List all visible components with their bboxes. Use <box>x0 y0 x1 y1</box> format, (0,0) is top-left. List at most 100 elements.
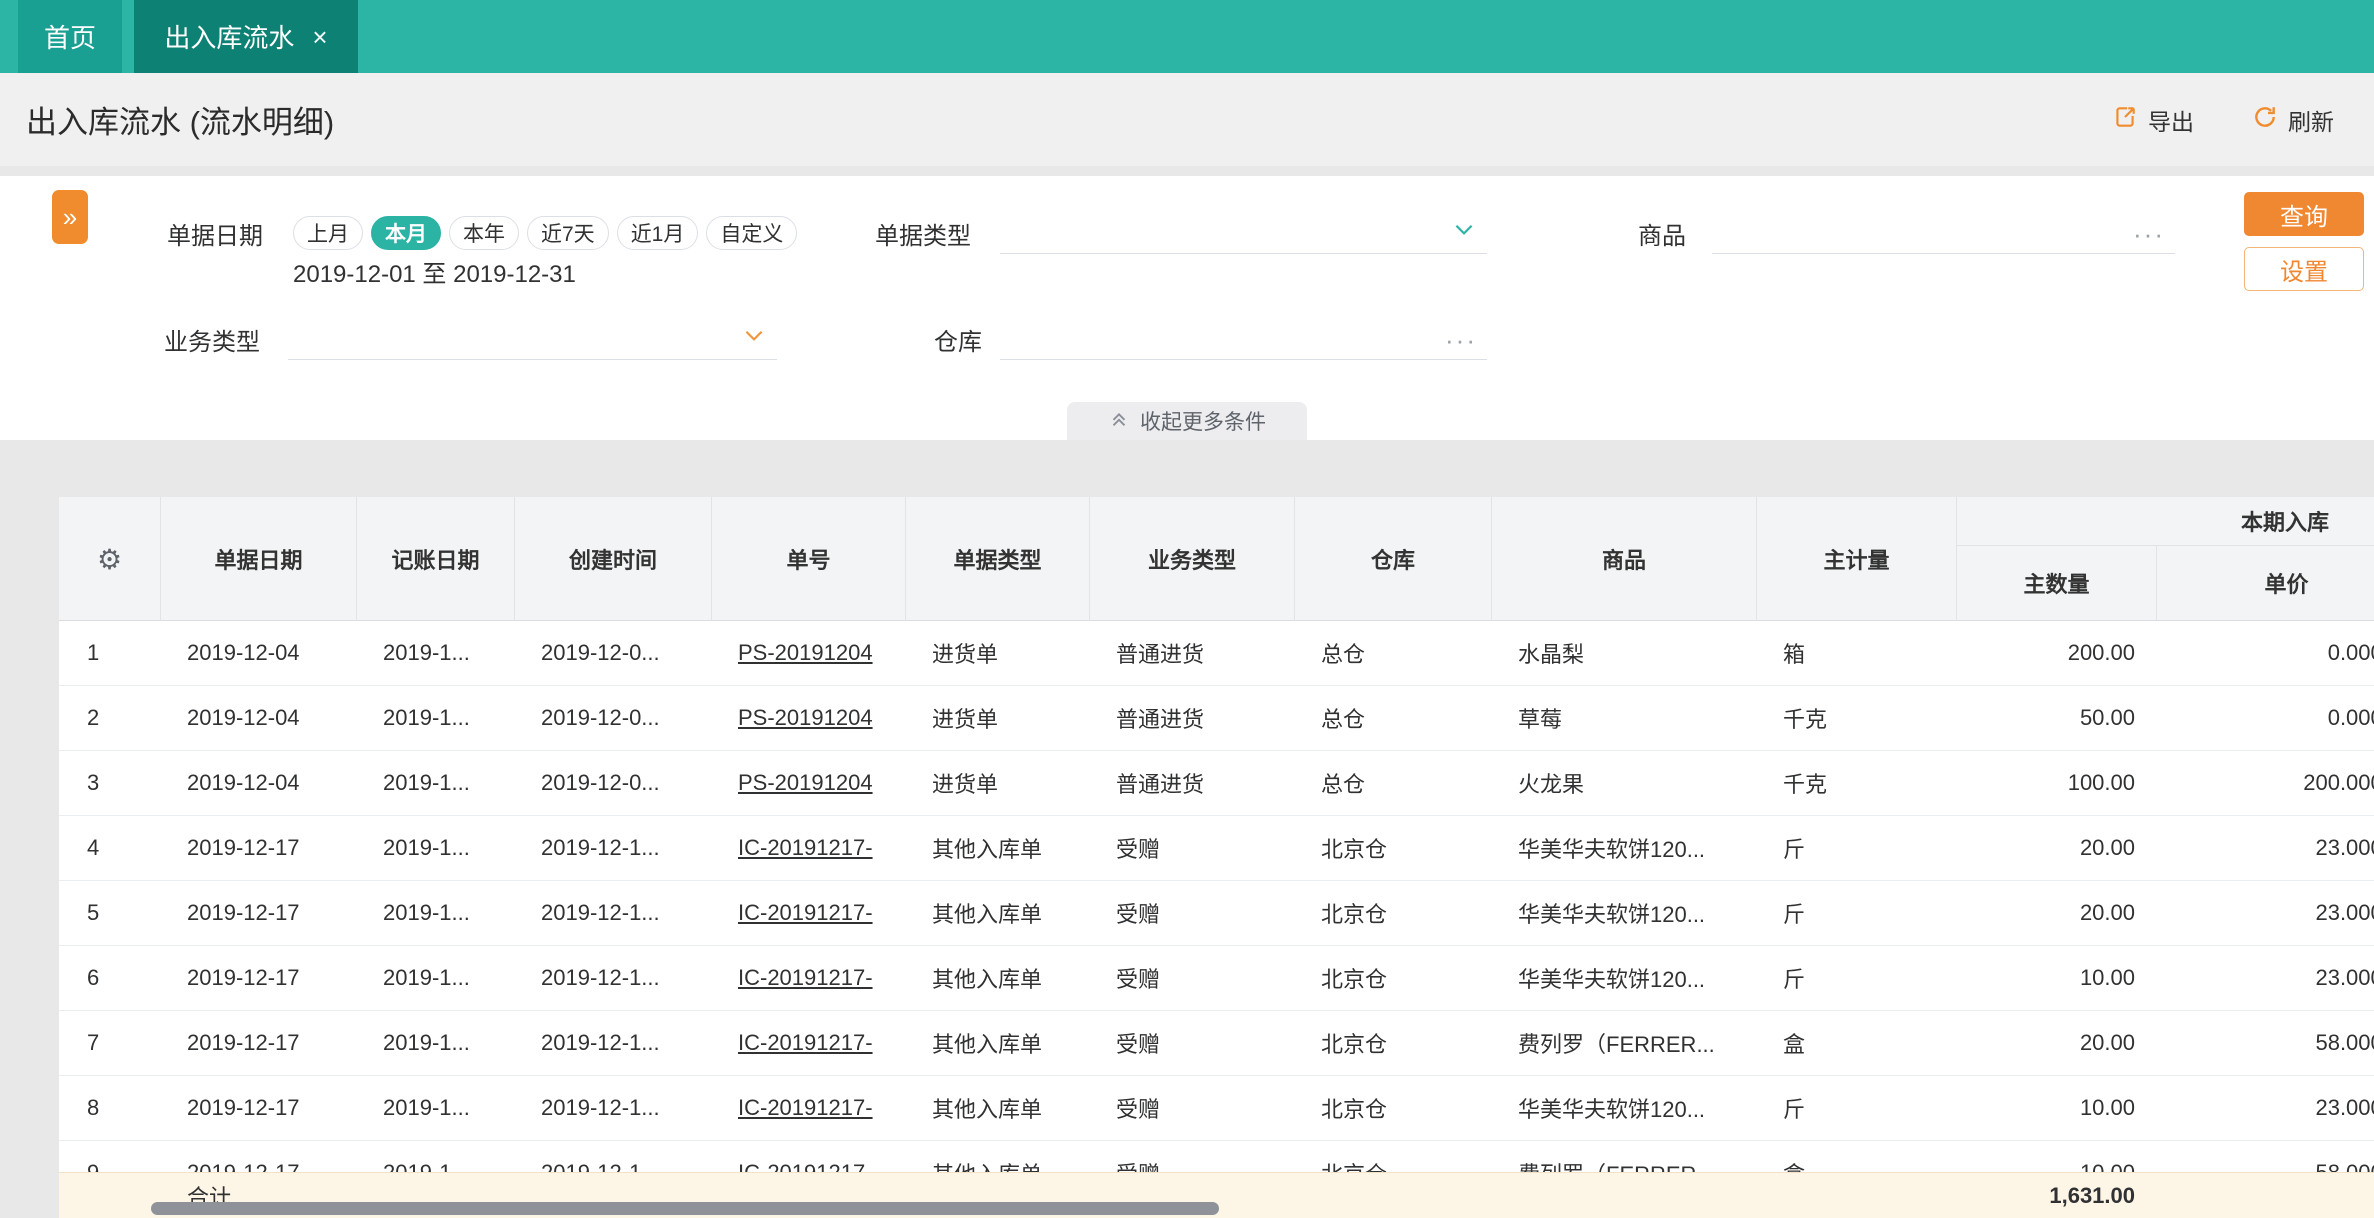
cell-no: 3 <box>87 770 100 795</box>
doc-number-link[interactable]: IC-20191217- <box>712 946 906 1010</box>
cell-doc-date: 2019-12-17 <box>187 900 300 925</box>
cell-doc-date: 2019-12-04 <box>187 640 300 665</box>
cell-warehouse: 总仓 <box>1321 707 1366 732</box>
date-range-value[interactable]: 2019-12-01 至 2019-12-31 <box>293 254 576 289</box>
table-row: 2 2019-12-04 2019-1... 2019-12-0... PS-20191… <box>59 686 2374 751</box>
tab-close-icon[interactable]: × <box>312 24 327 50</box>
date-pill-自定义[interactable]: 自定义 <box>706 216 798 250</box>
goods-picker[interactable]: ··· <box>1712 216 2175 254</box>
cell-doc-date: 2019-12-04 <box>187 770 300 795</box>
col-header-book-date: 记账日期 <box>357 497 515 621</box>
cell-doc-date: 2019-12-17 <box>187 835 300 860</box>
doc-type-select[interactable] <box>1000 216 1487 254</box>
col-group-current-inbound: 本期入库 主数量 单价 <box>1957 497 2374 620</box>
biz-type-label: 业务类型 <box>164 328 260 356</box>
cell-unit: 斤 <box>1783 1097 1806 1122</box>
cell-book-date: 2019-1... <box>383 900 470 925</box>
cell-price: 23.0000 <box>2315 835 2374 860</box>
cell-warehouse: 北京仓 <box>1321 902 1388 927</box>
cell-no: 1 <box>87 640 100 665</box>
column-settings-gear-icon[interactable]: ⚙ <box>97 543 122 576</box>
warehouse-picker[interactable]: ··· <box>1000 322 1487 360</box>
col-header-unit: 主计量 <box>1757 497 1957 621</box>
cell-price: 23.0000 <box>2315 1095 2374 1120</box>
table-header: ⚙ 单据日期 记账日期 创建时间 单号 单据类型 业务类型 仓库 商品 主计量 … <box>59 497 2374 621</box>
refresh-button[interactable]: 刷新 <box>2252 103 2334 137</box>
flow-table: ⚙ 单据日期 记账日期 创建时间 单号 单据类型 业务类型 仓库 商品 主计量 … <box>59 497 2374 1218</box>
filter-panel: » 单据日期 上月 本月 本年 近7天 近1月 自定义 2019-12-01 至 2019… <box>0 176 2374 440</box>
cell-price: 58.0000 <box>2315 1030 2374 1055</box>
date-pill-本月[interactable]: 本月 <box>371 216 441 250</box>
doc-number-link[interactable]: IC-20191217- <box>712 881 906 945</box>
cell-no: 7 <box>87 1030 100 1055</box>
doc-number-link[interactable]: IC-20191217- <box>712 1076 906 1140</box>
tab-home[interactable]: 首页 <box>18 0 122 73</box>
col-header-unit-price: 单价 <box>2157 546 2374 620</box>
cell-doc-type: 其他入库单 <box>932 1032 1043 1057</box>
table-row: 8 2019-12-17 2019-1... 2019-12-1... IC-20191… <box>59 1076 2374 1141</box>
doc-type-label: 单据类型 <box>875 222 971 250</box>
cell-price: 0.0000 <box>2327 640 2374 665</box>
cell-biz-type: 受赠 <box>1116 837 1161 862</box>
cell-warehouse: 北京仓 <box>1321 1032 1388 1057</box>
date-pill-近1月[interactable]: 近1月 <box>616 216 699 250</box>
cell-biz-type: 受赠 <box>1116 1032 1161 1057</box>
cell-book-date: 2019-1... <box>383 835 470 860</box>
chevron-up-icon <box>1108 407 1130 435</box>
cell-biz-type: 普通进货 <box>1116 772 1205 797</box>
cell-doc-date: 2019-12-17 <box>187 965 300 990</box>
table-row: 3 2019-12-04 2019-1... 2019-12-0... PS-20191… <box>59 751 2374 816</box>
cell-created: 2019-12-1... <box>541 1095 660 1120</box>
cell-doc-type: 其他入库单 <box>932 902 1043 927</box>
cell-biz-type: 普通进货 <box>1116 707 1205 732</box>
collapse-more-filters-button[interactable]: 收起更多条件 <box>1067 402 1307 440</box>
doc-number-link[interactable]: IC-20191217- <box>712 816 906 880</box>
date-pill-上月[interactable]: 上月 <box>293 216 363 250</box>
expand-filters-button[interactable]: » <box>52 190 88 244</box>
refresh-label: 刷新 <box>2288 108 2334 135</box>
biz-type-select[interactable] <box>288 322 777 360</box>
export-icon <box>2112 104 2138 136</box>
chevron-down-icon <box>741 322 767 353</box>
doc-number-link[interactable]: IC-20191217- <box>712 1011 906 1075</box>
doc-number-link[interactable]: PS-20191204 <box>712 751 906 815</box>
cell-unit: 千克 <box>1783 772 1828 797</box>
tab-inout-flow-label: 出入库流水 <box>164 23 295 53</box>
doc-number-link[interactable]: PS-20191204 <box>712 686 906 750</box>
cell-book-date: 2019-1... <box>383 1030 470 1055</box>
cell-warehouse: 总仓 <box>1321 772 1366 797</box>
table-row: 5 2019-12-17 2019-1... 2019-12-1... IC-20191… <box>59 881 2374 946</box>
cell-doc-type: 其他入库单 <box>932 837 1043 862</box>
col-header-goods: 商品 <box>1492 497 1757 621</box>
col-header-biz-type: 业务类型 <box>1090 497 1295 621</box>
horizontal-scrollbar-thumb[interactable] <box>151 1202 1219 1215</box>
cell-price: 23.0000 <box>2315 900 2374 925</box>
cell-no: 5 <box>87 900 100 925</box>
page-title: 出入库流水 (流水明细) <box>26 105 335 140</box>
table-row: 7 2019-12-17 2019-1... 2019-12-1... IC-20191… <box>59 1011 2374 1076</box>
cell-no: 2 <box>87 705 100 730</box>
cell-unit: 斤 <box>1783 902 1806 927</box>
doc-number-link[interactable]: PS-20191204 <box>712 621 906 685</box>
cell-doc-date: 2019-12-17 <box>187 1030 300 1055</box>
cell-warehouse: 北京仓 <box>1321 1097 1388 1122</box>
tab-inout-flow[interactable]: 出入库流水 × <box>134 0 358 73</box>
table-row: 6 2019-12-17 2019-1... 2019-12-1... IC-20191… <box>59 946 2374 1011</box>
cell-goods: 费列罗（FERRER... <box>1518 1032 1715 1057</box>
query-button[interactable]: 查询 <box>2244 192 2364 236</box>
doc-date-label: 单据日期 <box>167 222 263 250</box>
more-dots-icon: ··· <box>1445 325 1477 355</box>
cell-doc-type: 进货单 <box>932 707 999 732</box>
date-pill-本年[interactable]: 本年 <box>449 216 519 250</box>
date-pill-近7天[interactable]: 近7天 <box>527 216 609 250</box>
chevron-down-icon <box>1451 216 1477 247</box>
cell-book-date: 2019-1... <box>383 965 470 990</box>
settings-button[interactable]: 设置 <box>2244 247 2364 291</box>
cell-goods: 火龙果 <box>1518 772 1585 797</box>
cell-warehouse: 北京仓 <box>1321 967 1388 992</box>
export-label: 导出 <box>2148 108 2194 135</box>
export-button[interactable]: 导出 <box>2112 103 2194 137</box>
cell-biz-type: 受赠 <box>1116 902 1161 927</box>
cell-doc-type: 进货单 <box>932 642 999 667</box>
cell-unit: 箱 <box>1783 642 1806 667</box>
